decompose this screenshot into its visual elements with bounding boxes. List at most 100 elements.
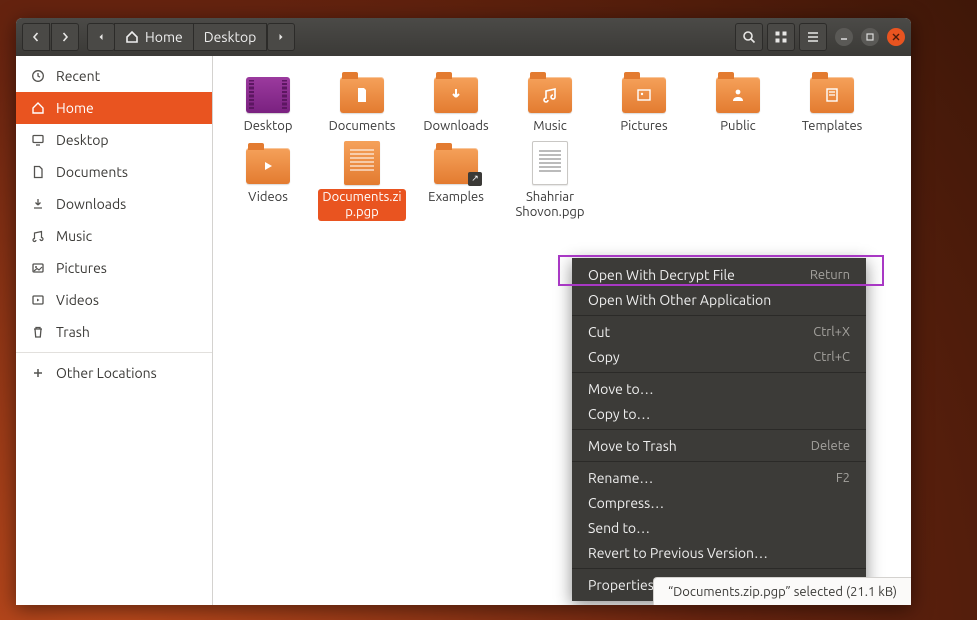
chevron-left-icon <box>31 32 41 42</box>
home-icon <box>30 101 46 115</box>
trash-icon <box>30 325 46 339</box>
header-bar: Home Desktop <box>16 18 911 56</box>
status-text: “Documents.zip.pgp” selected (21.1 kB) <box>668 585 897 599</box>
sidebar-item-label: Recent <box>56 68 100 84</box>
menu-separator <box>572 315 866 316</box>
path-forward-segment[interactable] <box>267 23 295 51</box>
context-menu: Open With Decrypt File Return Open With … <box>572 258 866 601</box>
file-item[interactable]: Shahriar Shovon.pgp <box>503 139 597 221</box>
file-label: Pictures <box>617 118 670 135</box>
close-icon <box>892 33 900 41</box>
document-icon <box>532 141 568 185</box>
menu-item[interactable]: Copy to… <box>572 401 866 426</box>
menu-item[interactable]: Open With Decrypt File Return <box>572 262 866 287</box>
menu-item[interactable]: Cut Ctrl+X <box>572 319 866 344</box>
triangle-right-icon <box>277 33 285 41</box>
folder-icon <box>434 77 478 113</box>
sidebar-item-label: Trash <box>56 324 90 340</box>
file-label: Public <box>717 118 758 135</box>
file-label: Videos <box>245 189 291 206</box>
menu-item-label: Copy to… <box>588 406 650 422</box>
minimize-icon <box>840 33 848 41</box>
plus-icon <box>30 366 46 380</box>
clock-icon <box>30 69 46 83</box>
folder-icon <box>622 77 666 113</box>
sidebar-item-label: Other Locations <box>56 365 157 381</box>
close-button[interactable] <box>887 28 905 46</box>
menu-item[interactable]: Revert to Previous Version… <box>572 540 866 565</box>
chevron-right-icon <box>60 32 70 42</box>
sidebar-item-trash[interactable]: Trash <box>16 316 212 348</box>
maximize-button[interactable] <box>861 28 879 46</box>
menu-separator <box>572 461 866 462</box>
file-item[interactable]: Desktop <box>221 68 315 135</box>
menu-item[interactable]: Send to… <box>572 515 866 540</box>
menu-item-shortcut: Ctrl+C <box>813 350 850 364</box>
file-label: Documents.zip.pgp <box>318 189 406 221</box>
file-item[interactable]: Documents.zip.pgp <box>315 139 409 221</box>
menu-item[interactable]: Open With Other Application <box>572 287 866 312</box>
file-item[interactable]: Public <box>691 68 785 135</box>
sidebar-item-downloads[interactable]: Downloads <box>16 188 212 220</box>
file-label: Shahriar Shovon.pgp <box>506 189 594 221</box>
sidebar-item-label: Desktop <box>56 132 109 148</box>
folder-icon: ↗ <box>434 148 478 184</box>
minimize-button[interactable] <box>835 28 853 46</box>
sidebar-item-label: Videos <box>56 292 99 308</box>
path-segment-desktop[interactable]: Desktop <box>193 23 268 51</box>
triangle-left-icon <box>97 33 105 41</box>
sidebar-item-home[interactable]: Home <box>16 92 212 124</box>
file-label: Music <box>530 118 570 135</box>
menu-item[interactable]: Move to… <box>572 376 866 401</box>
sidebar-item-music[interactable]: Music <box>16 220 212 252</box>
file-label: Examples <box>425 189 487 206</box>
sidebar-item-other-locations[interactable]: Other Locations <box>16 357 212 389</box>
file-item[interactable]: Downloads <box>409 68 503 135</box>
icon-view[interactable]: Desktop Documents Downloads <box>213 56 911 237</box>
search-icon <box>742 30 756 44</box>
documents-icon <box>30 165 46 179</box>
menu-item[interactable]: Rename… F2 <box>572 465 866 490</box>
file-label: Desktop <box>241 118 296 135</box>
view-grid-button[interactable] <box>767 23 795 51</box>
file-item[interactable]: Videos <box>221 139 315 221</box>
file-item[interactable]: Templates <box>785 68 879 135</box>
menu-item[interactable]: Move to Trash Delete <box>572 433 866 458</box>
file-item[interactable]: Music <box>503 68 597 135</box>
menu-item[interactable]: Copy Ctrl+C <box>572 344 866 369</box>
menu-item-label: Move to Trash <box>588 438 677 454</box>
menu-item-label: Move to… <box>588 381 654 397</box>
status-bar: “Documents.zip.pgp” selected (21.1 kB) <box>653 577 911 605</box>
menu-button[interactable] <box>799 23 827 51</box>
sidebar-item-documents[interactable]: Documents <box>16 156 212 188</box>
menu-item-label: Open With Other Application <box>588 292 771 308</box>
desktop-icon <box>30 133 46 147</box>
folder-icon <box>716 77 760 113</box>
menu-item-label: Rename… <box>588 470 653 486</box>
sidebar-item-videos[interactable]: Videos <box>16 284 212 316</box>
main-content: Desktop Documents Downloads <box>213 56 911 605</box>
menu-item-shortcut: Ctrl+X <box>813 325 850 339</box>
sidebar-item-label: Downloads <box>56 196 126 212</box>
menu-item[interactable]: Compress… <box>572 490 866 515</box>
folder-icon <box>340 77 384 113</box>
folder-icon <box>810 77 854 113</box>
file-item[interactable]: Pictures <box>597 68 691 135</box>
menu-item-label: Compress… <box>588 495 664 511</box>
sidebar-item-label: Music <box>56 228 92 244</box>
nav-forward-button[interactable] <box>51 23 79 51</box>
sidebar-item-recent[interactable]: Recent <box>16 60 212 92</box>
path-segment-home[interactable]: Home <box>114 23 194 51</box>
sidebar-item-desktop[interactable]: Desktop <box>16 124 212 156</box>
menu-item-label: Cut <box>588 324 610 340</box>
sidebar-item-label: Home <box>56 100 94 116</box>
search-button[interactable] <box>735 23 763 51</box>
nav-back-button[interactable] <box>22 23 50 51</box>
path-segment-label: Desktop <box>204 29 257 45</box>
sidebar-item-pictures[interactable]: Pictures <box>16 252 212 284</box>
file-item[interactable]: Documents <box>315 68 409 135</box>
menu-item-label: Open With Decrypt File <box>588 267 735 283</box>
file-item[interactable]: ↗ Examples <box>409 139 503 221</box>
path-back-segment[interactable] <box>87 23 115 51</box>
folder-icon <box>528 77 572 113</box>
